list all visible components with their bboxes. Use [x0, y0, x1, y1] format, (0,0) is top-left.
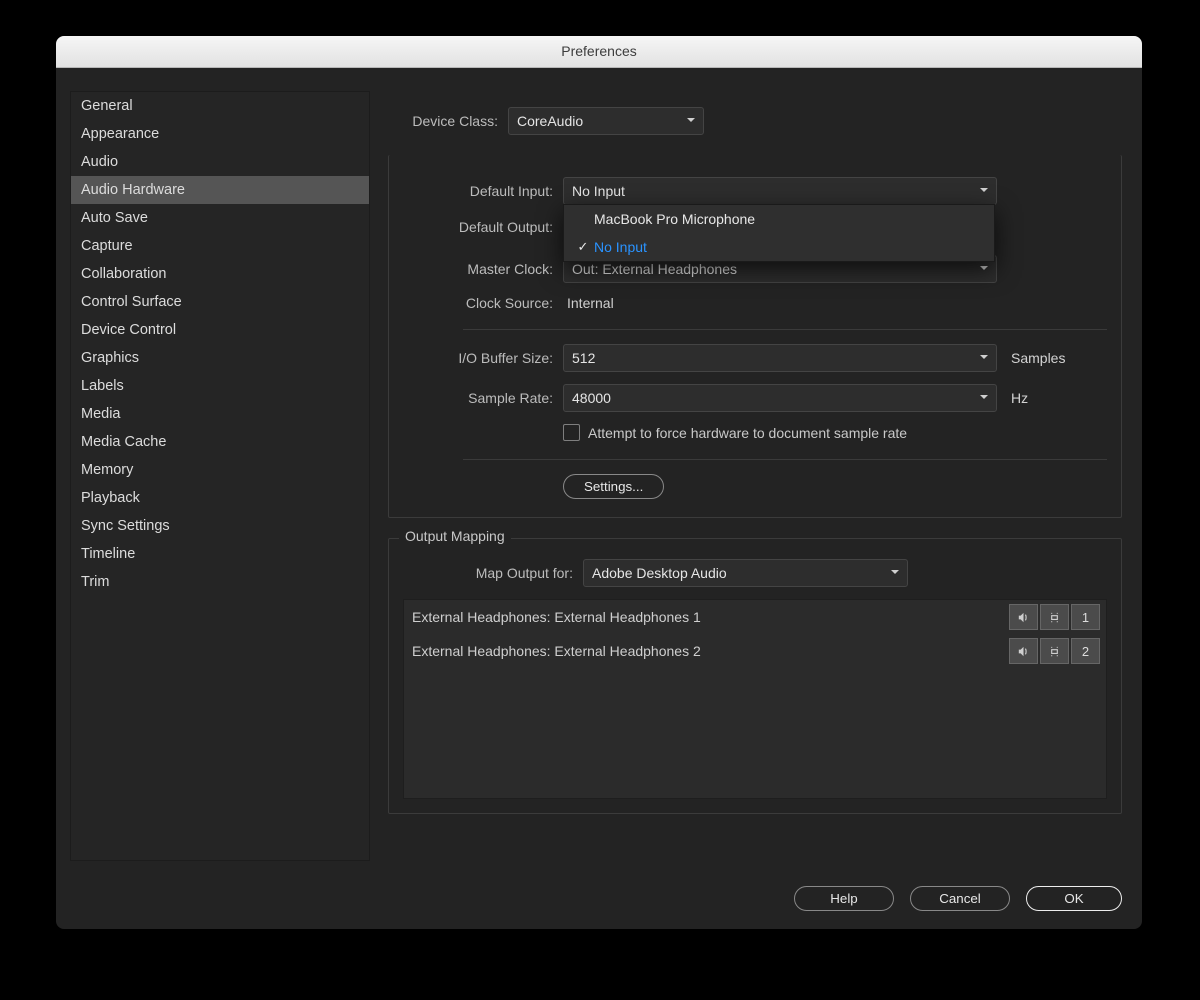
default-input-label: Default Input:: [403, 183, 563, 199]
help-button[interactable]: Help: [794, 886, 894, 911]
sidebar-item-appearance[interactable]: Appearance: [71, 120, 369, 148]
device-class-select[interactable]: CoreAudio: [508, 107, 704, 135]
output-mapping-legend: Output Mapping: [399, 528, 511, 544]
sample-rate-select[interactable]: 48000: [563, 384, 997, 412]
chevron-down-icon: [889, 565, 901, 581]
output-row: External Headphones: External Headphones…: [404, 600, 1106, 634]
default-input-dropdown: MacBook Pro Microphone✓No Input: [563, 204, 995, 262]
speaker-icon[interactable]: [1009, 604, 1038, 630]
sidebar-item-memory[interactable]: Memory: [71, 456, 369, 484]
clock-source-label: Clock Source:: [403, 295, 563, 311]
sidebar-item-media-cache[interactable]: Media Cache: [71, 428, 369, 456]
io-buffer-label: I/O Buffer Size:: [403, 350, 563, 366]
output-row: External Headphones: External Headphones…: [404, 634, 1106, 668]
sidebar: GeneralAppearanceAudioAudio HardwareAuto…: [70, 91, 370, 861]
sidebar-item-general[interactable]: General: [71, 92, 369, 120]
output-row-label: External Headphones: External Headphones…: [412, 609, 701, 625]
map-output-label: Map Output for:: [403, 565, 583, 581]
map-output-select[interactable]: Adobe Desktop Audio: [583, 559, 908, 587]
sidebar-item-control-surface[interactable]: Control Surface: [71, 288, 369, 316]
output-mapping-list: External Headphones: External Headphones…: [403, 599, 1107, 799]
clock-source-value: Internal: [563, 295, 614, 311]
io-buffer-unit: Samples: [1011, 350, 1065, 366]
sidebar-item-media[interactable]: Media: [71, 400, 369, 428]
sidebar-item-capture[interactable]: Capture: [71, 232, 369, 260]
cancel-button[interactable]: Cancel: [910, 886, 1010, 911]
chevron-down-icon: [978, 261, 990, 277]
dropdown-option[interactable]: ✓No Input: [564, 233, 994, 261]
sample-rate-label: Sample Rate:: [403, 390, 563, 406]
dialog-footer: Help Cancel OK: [56, 886, 1122, 911]
sidebar-item-graphics[interactable]: Graphics: [71, 344, 369, 372]
sidebar-item-playback[interactable]: Playback: [71, 484, 369, 512]
sidebar-item-labels[interactable]: Labels: [71, 372, 369, 400]
sidebar-item-sync-settings[interactable]: Sync Settings: [71, 512, 369, 540]
default-input-select[interactable]: No Input: [563, 177, 997, 205]
dropdown-option[interactable]: MacBook Pro Microphone: [564, 205, 994, 233]
default-output-label: Default Output:: [403, 219, 563, 235]
chevron-down-icon: [978, 390, 990, 406]
speaker-icon[interactable]: [1009, 638, 1038, 664]
channel-number[interactable]: 1: [1071, 604, 1100, 630]
window-title: Preferences: [56, 36, 1142, 68]
chevron-down-icon: [978, 183, 990, 199]
io-buffer-select[interactable]: 512: [563, 344, 997, 372]
sidebar-item-auto-save[interactable]: Auto Save: [71, 204, 369, 232]
preferences-window: Preferences GeneralAppearanceAudioAudio …: [56, 36, 1142, 929]
sidebar-item-audio-hardware[interactable]: Audio Hardware: [71, 176, 369, 204]
sidebar-item-audio[interactable]: Audio: [71, 148, 369, 176]
force-hardware-checkbox[interactable]: [563, 424, 580, 441]
sidebar-item-trim[interactable]: Trim: [71, 568, 369, 596]
device-class-label: Device Class:: [328, 113, 508, 129]
chevron-down-icon: [685, 113, 697, 129]
chevron-down-icon: [978, 350, 990, 366]
link-icon[interactable]: [1040, 638, 1069, 664]
master-clock-label: Master Clock:: [403, 261, 563, 277]
sidebar-item-timeline[interactable]: Timeline: [71, 540, 369, 568]
ok-button[interactable]: OK: [1026, 886, 1122, 911]
sample-rate-unit: Hz: [1011, 390, 1028, 406]
link-icon[interactable]: [1040, 604, 1069, 630]
force-hardware-label: Attempt to force hardware to document sa…: [588, 425, 907, 441]
sidebar-item-collaboration[interactable]: Collaboration: [71, 260, 369, 288]
sidebar-item-device-control[interactable]: Device Control: [71, 316, 369, 344]
check-icon: ✓: [572, 239, 594, 255]
channel-number[interactable]: 2: [1071, 638, 1100, 664]
content-panel: Device Class: CoreAudio Default Input: N…: [388, 79, 1122, 869]
output-row-label: External Headphones: External Headphones…: [412, 643, 701, 659]
settings-button[interactable]: Settings...: [563, 474, 664, 499]
